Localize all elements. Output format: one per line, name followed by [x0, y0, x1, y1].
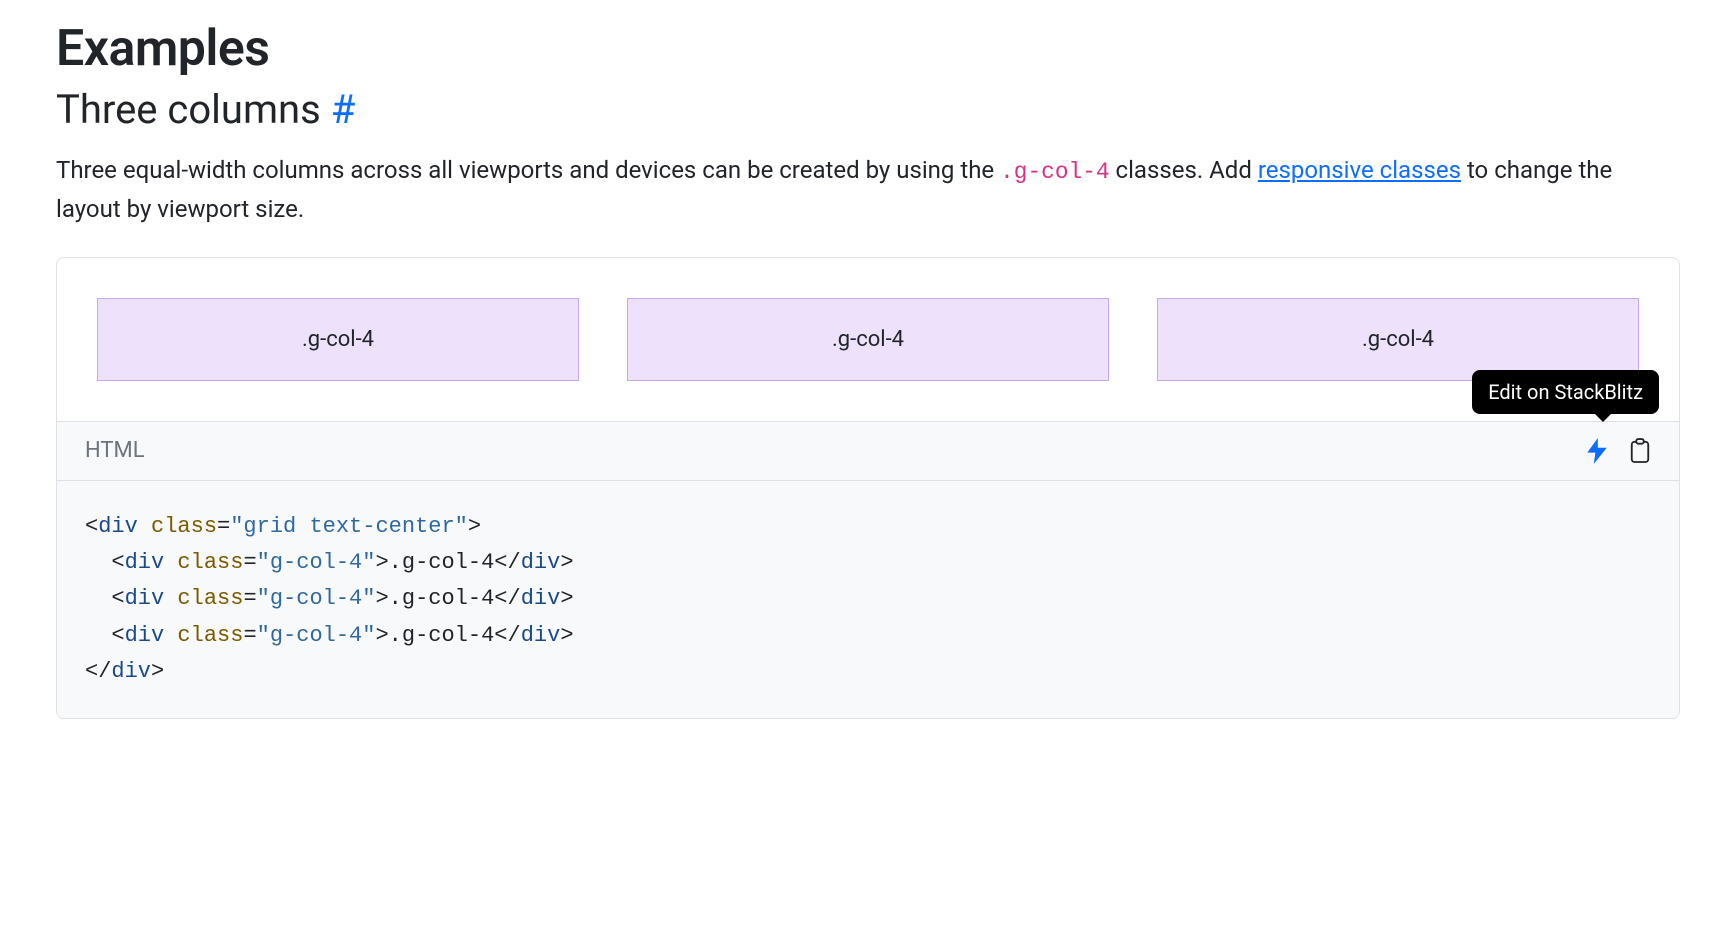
grid-col-2: .g-col-4	[627, 298, 1109, 381]
code-language-label: HTML	[85, 438, 145, 463]
code-header-bar: Edit on StackBlitz HTML	[57, 421, 1679, 481]
desc-text-1: Three equal-width columns across all vie…	[56, 156, 1000, 184]
copy-code-button[interactable]	[1629, 438, 1651, 464]
grid-demo: .g-col-4 .g-col-4 .g-col-4	[97, 298, 1639, 381]
example-container: .g-col-4 .g-col-4 .g-col-4 Edit on Stack…	[56, 257, 1680, 719]
clipboard-icon	[1629, 438, 1651, 464]
example-preview: .g-col-4 .g-col-4 .g-col-4	[57, 258, 1679, 421]
section-heading-examples: Examples	[56, 20, 1680, 78]
code-header-actions	[1587, 438, 1651, 464]
code-block: <div class="grid text-center"> <div clas…	[57, 481, 1679, 718]
subheading-text: Three columns	[56, 86, 321, 133]
inline-code-gcol4: .g-col-4	[1000, 159, 1109, 185]
grid-col-1: .g-col-4	[97, 298, 579, 381]
lightning-icon	[1587, 438, 1607, 464]
anchor-link[interactable]: #	[331, 86, 356, 133]
subsection-heading-three-columns: Three columns #	[56, 86, 1680, 133]
description-paragraph: Three equal-width columns across all vie…	[56, 151, 1680, 229]
responsive-classes-link[interactable]: responsive classes	[1258, 156, 1461, 184]
grid-col-3: .g-col-4	[1157, 298, 1639, 381]
edit-stackblitz-button[interactable]	[1587, 438, 1607, 464]
stackblitz-tooltip: Edit on StackBlitz	[1472, 370, 1659, 414]
desc-text-2: classes. Add	[1110, 156, 1258, 184]
